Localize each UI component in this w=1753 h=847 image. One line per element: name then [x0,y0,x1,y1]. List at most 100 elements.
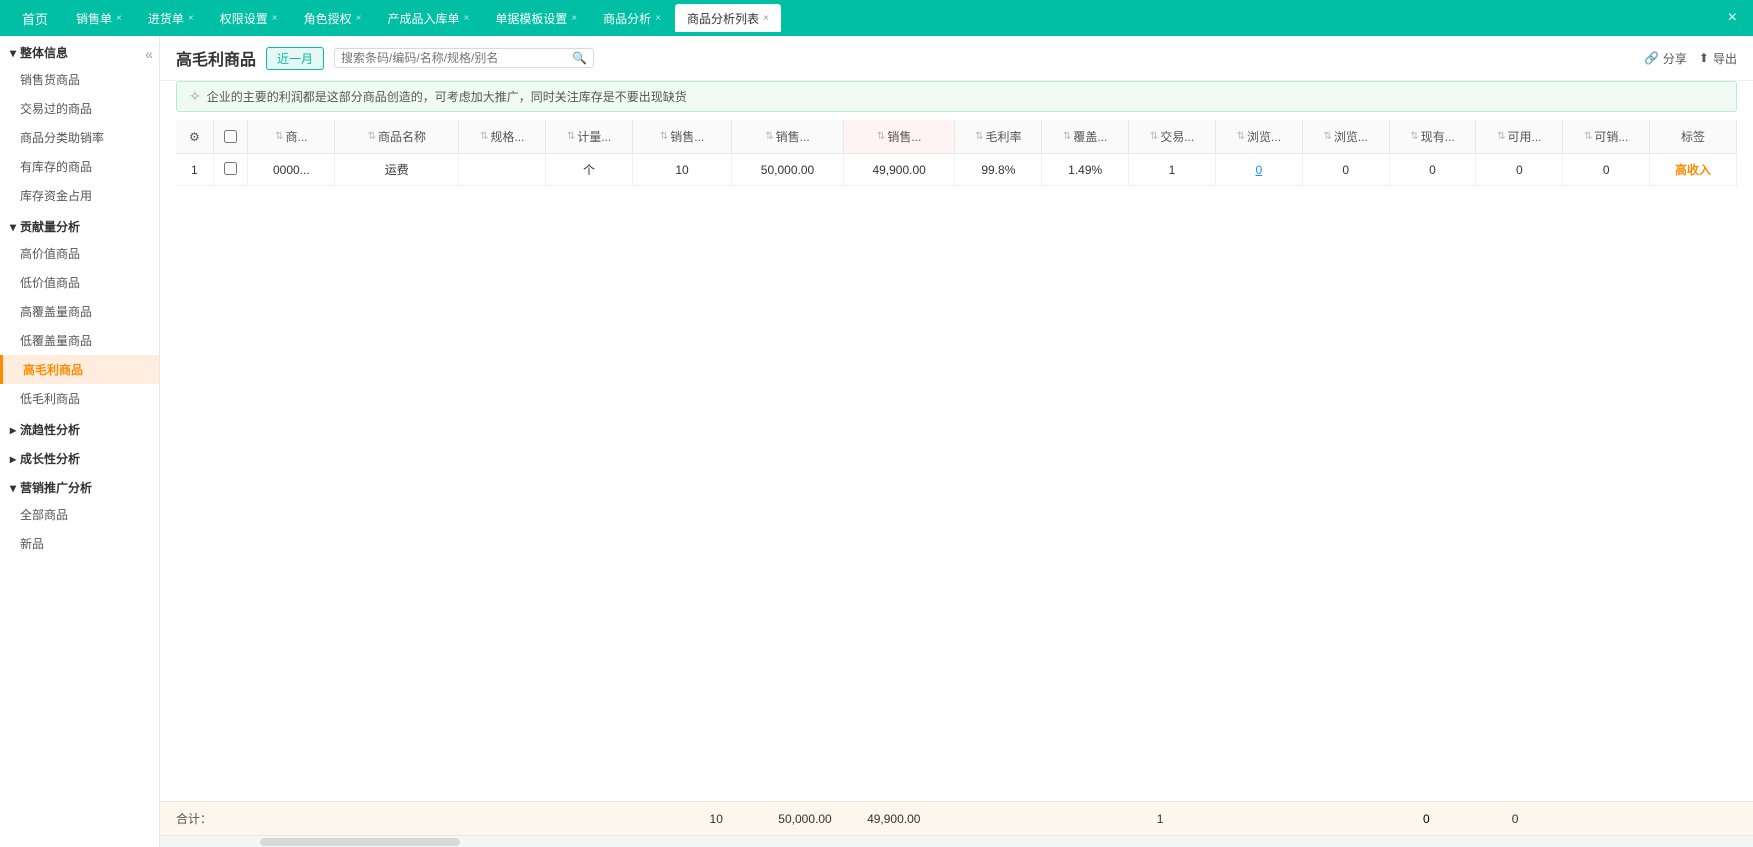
content-header: 高毛利商品 近一月 🔍 🔗 分享 ⬆ 导出 [160,36,1753,81]
chevron-right-icon: ▸ [10,423,16,437]
close-all-tabs[interactable]: × [1720,9,1745,27]
share-button[interactable]: 🔗 分享 [1644,50,1687,67]
close-analysis-tab[interactable]: × [655,13,661,24]
filter-recent-month-button[interactable]: 近一月 [266,47,324,70]
cell-margin-rate: 99.8% [955,154,1042,186]
sidebar-item-low-value[interactable]: 低价值商品 [0,268,159,297]
footer-trade: 1 [1116,812,1205,826]
scrollbar-thumb[interactable] [260,838,460,846]
nav-tab-role[interactable]: 角色授权 × [292,4,374,32]
cell-browse1[interactable]: 0 [1215,154,1302,186]
sidebar-item-high-coverage[interactable]: 高覆盖量商品 [0,297,159,326]
col-coverage[interactable]: ⇅ 覆盖... [1042,120,1129,154]
close-sales-tab[interactable]: × [116,13,122,24]
col-browse2[interactable]: ⇅ 浏览... [1302,120,1389,154]
cell-checkbox[interactable] [213,154,248,186]
nav-tab-purchase[interactable]: 进货单 × [136,4,206,32]
sidebar-collapse-btn[interactable]: « [139,44,159,64]
sidebar-group-marketing[interactable]: ▾ 营销推广分析 [0,471,159,500]
nav-tab-permission[interactable]: 权限设置 × [208,4,290,32]
col-sellable[interactable]: ⇅ 可销... [1563,120,1650,154]
sort-icon-available: ⇅ [1497,131,1505,142]
bottom-scrollbar[interactable] [160,835,1753,847]
chevron-down-icon: ▾ [10,46,16,60]
col-spec[interactable]: ⇅ 规格... [459,120,546,154]
search-icon[interactable]: 🔍 [572,51,587,65]
sort-icon-name: ⇅ [368,131,376,142]
cell-sales-cost: 49,900.00 [843,154,955,186]
sort-icon-current: ⇅ [1410,131,1418,142]
close-role-tab[interactable]: × [356,13,362,24]
sidebar-item-traded-goods[interactable]: 交易过的商品 [0,94,159,123]
col-settings[interactable]: ⚙ [176,120,213,154]
cell-sellable: 0 [1563,154,1650,186]
nav-home[interactable]: 首页 [8,9,62,28]
close-permission-tab[interactable]: × [272,13,278,24]
col-unit[interactable]: ⇅ 计量... [546,120,633,154]
sidebar-item-new-goods[interactable]: 新品 [0,529,159,558]
footer-current: 0 [1382,812,1471,826]
close-purchase-tab[interactable]: × [188,13,194,24]
select-all-checkbox[interactable] [224,130,237,143]
footer-summary: 合计： 10 50,000.00 49,900.00 1 0 0 [160,801,1753,835]
nav-tab-product-in[interactable]: 产成品入库单 × [375,4,481,32]
sidebar-item-category-rate[interactable]: 商品分类助销率 [0,123,159,152]
cell-sales-amt: 50,000.00 [732,154,844,186]
cell-trade: 1 [1129,154,1216,186]
col-name[interactable]: ⇅ 商品名称 [335,120,459,154]
sidebar-item-all-goods[interactable]: 全部商品 [0,500,159,529]
sort-icon: ⇅ [275,131,283,142]
col-trade[interactable]: ⇅ 交易... [1129,120,1216,154]
sidebar-item-sales-goods[interactable]: 销售货商品 [0,65,159,94]
sidebar-item-low-margin[interactable]: 低毛利商品 [0,384,159,413]
col-sales-qty[interactable]: ⇅ 销售... [632,120,731,154]
close-analysis-list-tab[interactable]: × [763,13,769,24]
sidebar-group-contribution[interactable]: ▾ 贡献量分析 [0,210,159,239]
cell-unit: 个 [546,154,633,186]
header-actions: 🔗 分享 ⬆ 导出 [1644,50,1737,67]
export-button[interactable]: ⬆ 导出 [1699,50,1737,67]
col-sales-cost[interactable]: ⇅ 销售... [843,120,955,154]
sidebar-item-instock-goods[interactable]: 有库存的商品 [0,152,159,181]
sidebar: « ▾ 整体信息 销售货商品 交易过的商品 商品分类助销率 有库存的商品 库存资… [0,36,160,847]
sidebar-item-high-margin[interactable]: 高毛利商品 [0,355,159,384]
nav-tab-sales[interactable]: 销售单 × [64,4,134,32]
col-available[interactable]: ⇅ 可用... [1476,120,1563,154]
col-checkbox [213,120,248,154]
export-icon: ⬆ [1699,51,1709,65]
footer-sales-amt: 50,000.00 [761,812,850,826]
sidebar-item-stock-capital[interactable]: 库存资金占用 [0,181,159,210]
row-checkbox[interactable] [224,162,237,175]
sidebar-group-growth[interactable]: ▸ 成长性分析 [0,442,159,471]
sort-icon-sellable: ⇅ [1584,131,1592,142]
chevron-down-icon-3: ▾ [10,481,16,495]
sidebar-group-trend[interactable]: ▸ 流趋性分析 [0,413,159,442]
col-tag[interactable]: 标签 [1650,120,1737,154]
col-sales-amt[interactable]: ⇅ 销售... [732,120,844,154]
cell-index: 1 [176,154,213,186]
sort-icon-spec: ⇅ [480,131,488,142]
sort-icon-unit: ⇅ [567,131,575,142]
nav-tab-template[interactable]: 单据模板设置 × [483,4,589,32]
sidebar-item-high-value[interactable]: 高价值商品 [0,239,159,268]
col-browse1[interactable]: ⇅ 浏览... [1215,120,1302,154]
col-current[interactable]: ⇅ 现有... [1389,120,1476,154]
close-product-in-tab[interactable]: × [463,13,469,24]
cell-browse2: 0 [1302,154,1389,186]
footer-sales-qty: 10 [672,812,761,826]
cell-tag: 高收入 [1650,154,1737,186]
nav-tab-analysis[interactable]: 商品分析 × [591,4,673,32]
close-template-tab[interactable]: × [571,13,577,24]
sort-icon-browse1: ⇅ [1237,131,1245,142]
sidebar-group-overall[interactable]: ▾ 整体信息 [0,36,159,65]
col-code[interactable]: ⇅ 商... [248,120,335,154]
sidebar-item-low-coverage[interactable]: 低覆盖量商品 [0,326,159,355]
nav-tab-analysis-list[interactable]: 商品分析列表 × [675,4,781,32]
col-margin[interactable]: ⇅ 毛利率 [955,120,1042,154]
cell-sales-qty: 10 [632,154,731,186]
table-header-row: ⚙ ⇅ 商... ⇅ [176,120,1737,154]
sort-icon-amt: ⇅ [765,131,773,142]
chevron-right-icon-2: ▸ [10,452,16,466]
main-layout: « ▾ 整体信息 销售货商品 交易过的商品 商品分类助销率 有库存的商品 库存资… [0,36,1753,847]
search-input[interactable] [341,51,568,65]
